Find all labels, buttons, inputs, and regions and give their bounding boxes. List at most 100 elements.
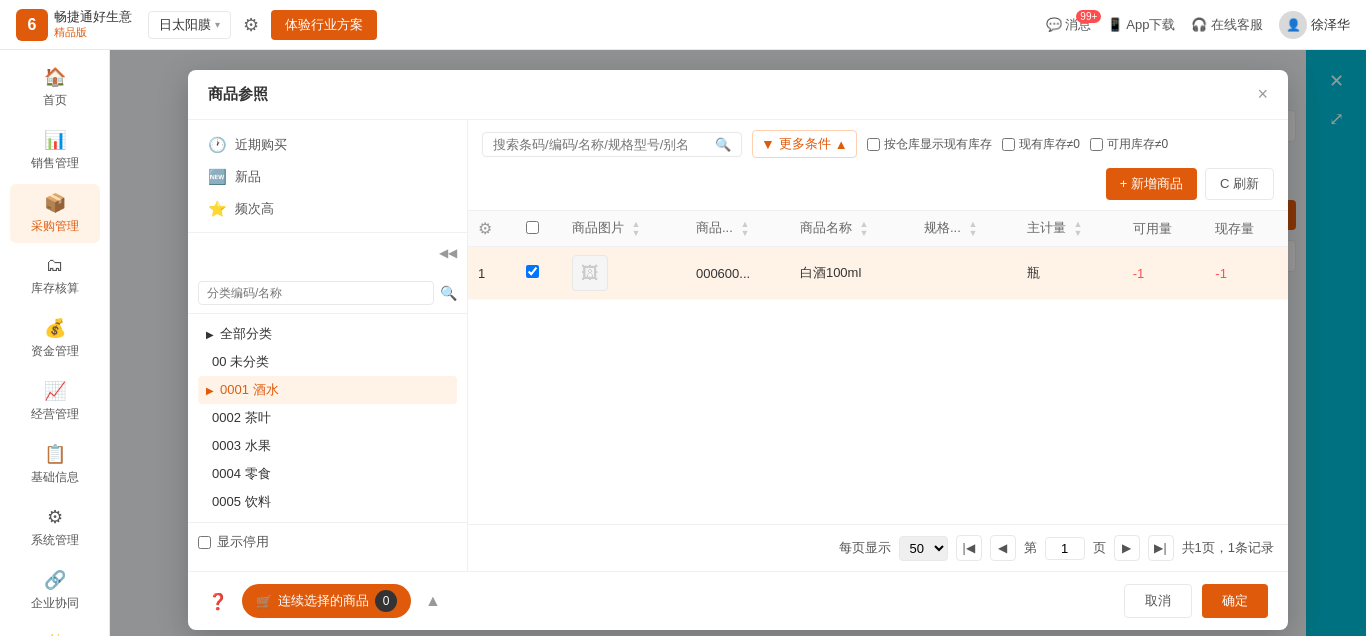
cart-badge-button[interactable]: 🛒 连续选择的商品 0 [242,584,411,618]
toolbar: 🔍 ▼ 更多条件 ▲ 按仓库显示现有库存 [468,120,1288,211]
first-page-button[interactable]: |◀ [956,535,982,561]
th-image[interactable]: 商品图片 ▲▼ [562,211,686,247]
sidebar-item-home[interactable]: 🏠 首页 [10,58,100,117]
new-icon: 🆕 [208,168,227,186]
category-00[interactable]: 00 未分类 [198,348,457,376]
main-layout: 🏠 首页 📊 销售管理 📦 采购管理 🗂 库存核算 💰 资金管理 📈 经营管理 … [0,50,1366,636]
sort-icon: ▲▼ [968,220,977,238]
usable-stock-filter[interactable]: 可用库存≠0 [1090,136,1168,153]
cancel-button[interactable]: 取消 [1124,584,1192,618]
add-product-button[interactable]: + 新增商品 [1106,168,1197,200]
pagination: 每页显示 50 |◀ ◀ 第 页 ▶ ▶| 共1页，1条记录 [468,524,1288,571]
cell-index: 1 [468,247,516,300]
user-menu[interactable]: 👤 徐泽华 [1279,11,1350,39]
product-table-area: ⚙ 商品图片 ▲▼ [468,211,1288,524]
clock-icon: 🕐 [208,136,227,154]
sidebar-item-inventory[interactable]: 🗂 库存核算 [10,247,100,305]
category-0001[interactable]: ▶ 0001 酒水 [198,376,457,404]
notification-count: 99+ [1076,10,1101,23]
usable-stock-checkbox[interactable] [1090,138,1103,151]
logo-text: 畅捷通好生意 精品版 [54,9,132,41]
th-code[interactable]: 商品... ▲▼ [686,211,790,247]
right-panel: 🔍 ▼ 更多条件 ▲ 按仓库显示现有库存 [468,120,1288,571]
cart-count-badge: 0 [375,590,397,612]
sidebar-item-purchase[interactable]: 📦 采购管理 [10,184,100,243]
prev-page-button[interactable]: ◀ [990,535,1016,561]
cell-available: -1 [1123,247,1206,300]
search-icon[interactable]: 🔍 [440,285,457,301]
th-unit[interactable]: 主计量 ▲▼ [1017,211,1123,247]
cell-name: 白酒100ml [790,247,914,300]
sidebar-item-basic-info[interactable]: 📋 基础信息 [10,435,100,494]
available-stock-filter[interactable]: 现有库存≠0 [1002,136,1080,153]
th-name[interactable]: 商品名称 ▲▼ [790,211,914,247]
sidebar-item-system[interactable]: ⚙ 系统管理 [10,498,100,557]
next-page-button[interactable]: ▶ [1114,535,1140,561]
sidebar-item-enterprise[interactable]: 🔗 企业协同 [10,561,100,620]
guide-icon: ✨ [44,632,66,636]
store-selector[interactable]: 日太阳膜 ▾ [148,11,231,39]
business-icon: 📈 [44,380,66,402]
last-page-button[interactable]: ▶| [1148,535,1174,561]
warehouse-stock-filter[interactable]: 按仓库显示现有库存 [867,136,992,153]
collapse-panel-button[interactable]: ◀◀ [188,241,467,265]
show-disabled-label[interactable]: 显示停用 [217,533,269,551]
refresh-button[interactable]: C 刷新 [1205,168,1274,200]
category-all[interactable]: ▶ 全部分类 [198,320,457,348]
tab-recent-purchase[interactable]: 🕐 近期购买 [198,130,457,160]
page-size-select[interactable]: 50 [899,536,948,561]
message-badge[interactable]: 💬 消息 99+ [1046,16,1092,34]
inventory-icon: 🗂 [46,255,64,276]
enterprise-icon: 🔗 [44,569,66,591]
category-0004[interactable]: 0004 零食 [198,460,457,488]
table-header-row: ⚙ 商品图片 ▲▼ [468,211,1288,247]
filter-button[interactable]: ▼ 更多条件 ▲ [752,130,857,158]
tab-new-products[interactable]: 🆕 新品 [198,162,457,192]
th-spec[interactable]: 规格... ▲▼ [914,211,1017,247]
trial-button[interactable]: 体验行业方案 [271,10,377,40]
available-stock-checkbox[interactable] [1002,138,1015,151]
table-row[interactable]: 1 🖼 [468,247,1288,300]
select-all-checkbox[interactable] [526,221,539,234]
home-icon: 🏠 [44,66,66,88]
logo-icon: 6 [16,9,48,41]
dialog-overlay: 商品参照 × 🕐 近期购买 🆕 [110,50,1366,636]
app-download[interactable]: 📱 App下载 [1107,16,1175,34]
warehouse-stock-checkbox[interactable] [867,138,880,151]
sidebar-item-sales[interactable]: 📊 销售管理 [10,121,100,180]
confirm-button[interactable]: 确定 [1202,584,1268,618]
sort-icon: ▲▼ [1073,220,1082,238]
category-search-input[interactable] [198,281,434,305]
search-icon[interactable]: 🔍 [715,137,731,152]
category-0002[interactable]: 0002 茶叶 [198,404,457,432]
tab-frequent[interactable]: ⭐ 频次高 [198,194,457,224]
purchase-icon: 📦 [44,192,66,214]
show-disabled-checkbox[interactable] [198,536,211,549]
sidebar-item-finance[interactable]: 💰 资金管理 [10,309,100,368]
category-0005[interactable]: 0005 饮料 [198,488,457,516]
row-checkbox[interactable] [526,265,539,278]
sidebar: 🏠 首页 📊 销售管理 📦 采购管理 🗂 库存核算 💰 资金管理 📈 经营管理 … [0,50,110,636]
sidebar-item-business[interactable]: 📈 经营管理 [10,372,100,431]
show-disabled-area: 显示停用 [188,522,467,561]
toolbar-right: + 新增商品 C 刷新 [1106,168,1274,200]
collapse-icon[interactable]: ▲ [425,592,441,610]
sort-icon: ▲▼ [860,220,869,238]
online-service[interactable]: 🎧 在线客服 [1191,16,1263,34]
category-search: 🔍 [188,273,467,314]
gear-icon[interactable]: ⚙ [478,220,492,237]
product-search-input[interactable] [493,137,709,152]
content-area: ↻ 刷新 查询 设置 ✕ ⤢ 商品参照 × [110,50,1366,636]
gear-icon[interactable]: ⚙ [243,14,259,36]
th-available[interactable]: 可用量 [1123,211,1206,247]
close-icon[interactable]: × [1257,84,1268,105]
product-thumbnail: 🖼 [572,255,608,291]
sidebar-item-guide[interactable]: ✨ 新手引导 [10,624,100,636]
category-list: ▶ 全部分类 00 未分类 ▶ 0001 酒水 [188,314,467,522]
image-icon: 🖼 [581,263,599,284]
help-icon[interactable]: ❓ [208,592,228,611]
th-current[interactable]: 现存量 [1205,211,1288,247]
page-number-input[interactable] [1045,537,1085,560]
left-panel-tabs: 🕐 近期购买 🆕 新品 ⭐ 频次高 [188,130,467,233]
category-0003[interactable]: 0003 水果 [198,432,457,460]
